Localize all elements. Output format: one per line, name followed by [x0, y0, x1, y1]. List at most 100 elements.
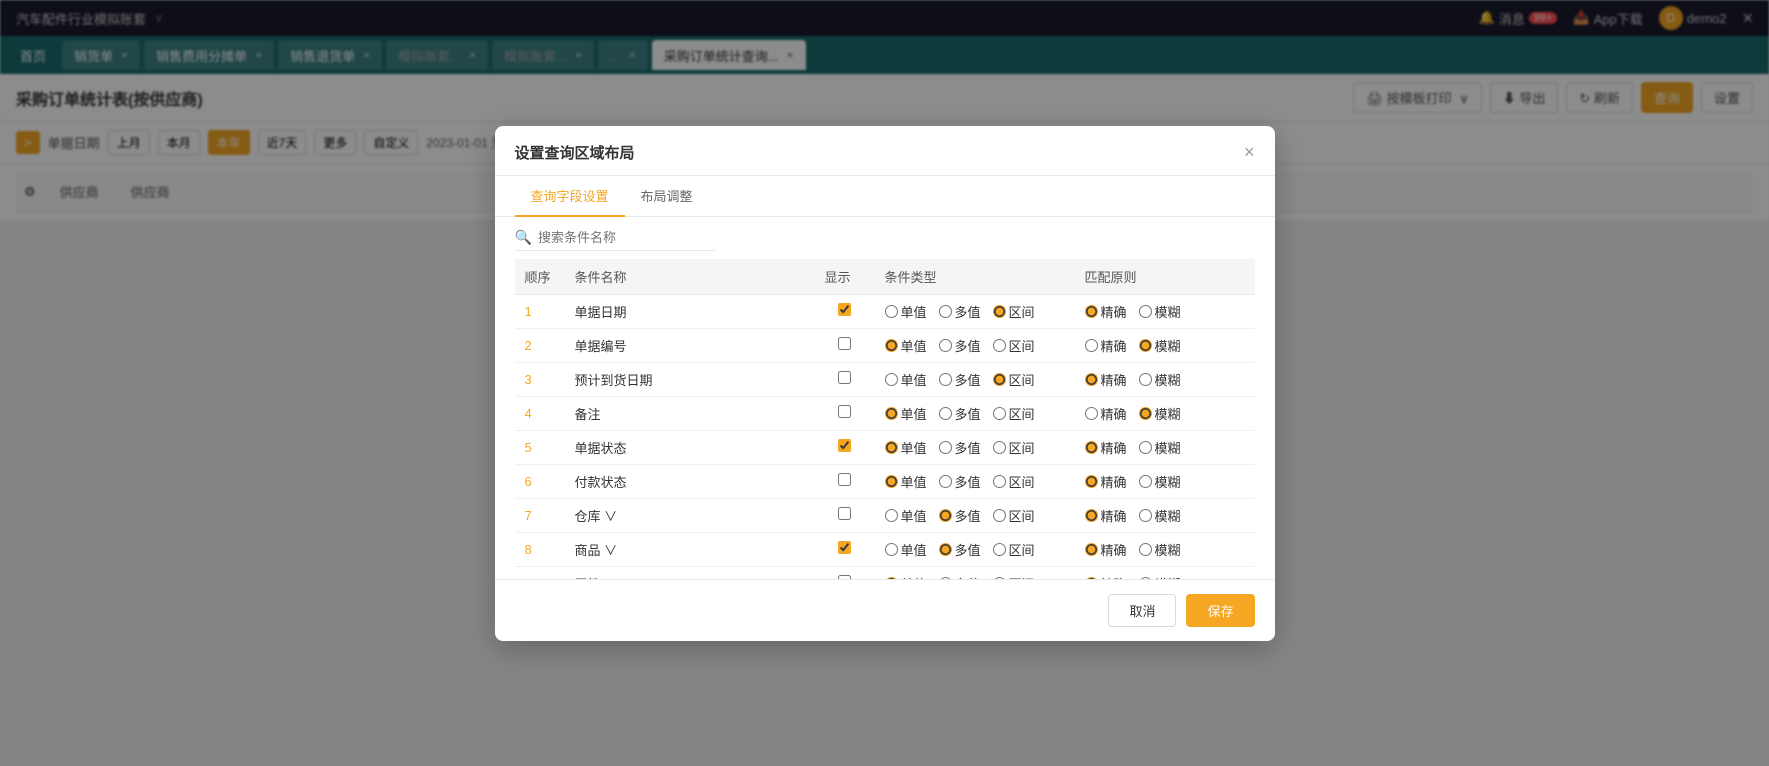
- match-option-精确-1[interactable]: 精确: [1085, 336, 1127, 355]
- cell-match-2: 精确模糊: [1075, 362, 1255, 396]
- search-input[interactable]: [538, 230, 715, 245]
- dialog-header: 设置查询区域布局 ×: [495, 126, 1275, 176]
- cell-display-6[interactable]: [815, 498, 875, 532]
- match-option-模糊-6[interactable]: 模糊: [1139, 506, 1181, 525]
- type-option-区间-0[interactable]: 区间: [993, 302, 1035, 321]
- cell-match-6: 精确模糊: [1075, 498, 1255, 532]
- type-option-单值-6[interactable]: 单值: [885, 506, 927, 525]
- match-option-精确-6[interactable]: 精确: [1085, 506, 1127, 525]
- match-option-模糊-3[interactable]: 模糊: [1139, 404, 1181, 423]
- cell-display-5[interactable]: [815, 464, 875, 498]
- type-option-单值-7[interactable]: 单值: [885, 540, 927, 559]
- display-checkbox-3[interactable]: [838, 405, 851, 418]
- match-option-精确-3[interactable]: 精确: [1085, 404, 1127, 423]
- cell-order-3: 4: [515, 396, 565, 430]
- cell-type-1: 单值多值区间: [875, 328, 1075, 362]
- cell-type-2: 单值多值区间: [875, 362, 1075, 396]
- col-header-display: 显示: [815, 259, 875, 295]
- type-option-区间-5[interactable]: 区间: [993, 472, 1035, 491]
- type-option-单值-3[interactable]: 单值: [885, 404, 927, 423]
- match-option-精确-4[interactable]: 精确: [1085, 438, 1127, 457]
- type-option-多值-1[interactable]: 多值: [939, 336, 981, 355]
- cancel-button[interactable]: 取消: [1108, 594, 1176, 627]
- cell-display-4[interactable]: [815, 430, 875, 464]
- cell-match-4: 精确模糊: [1075, 430, 1255, 464]
- cell-name-8: 属性 ∨: [565, 566, 815, 579]
- type-option-多值-5[interactable]: 多值: [939, 472, 981, 491]
- cell-name-4: 单据状态: [565, 430, 815, 464]
- cell-display-2[interactable]: [815, 362, 875, 396]
- cell-display-3[interactable]: [815, 396, 875, 430]
- cell-display-8[interactable]: [815, 566, 875, 579]
- cell-name-5: 付款状态: [565, 464, 815, 498]
- cell-display-0[interactable]: [815, 294, 875, 328]
- cell-display-7[interactable]: [815, 532, 875, 566]
- cell-name-2: 预计到货日期: [565, 362, 815, 396]
- type-option-单值-0[interactable]: 单值: [885, 302, 927, 321]
- type-option-多值-6[interactable]: 多值: [939, 506, 981, 525]
- table-row: 2单据编号单值多值区间精确模糊: [515, 328, 1255, 362]
- type-option-多值-7[interactable]: 多值: [939, 540, 981, 559]
- col-header-match: 匹配原则: [1075, 259, 1255, 295]
- type-option-多值-0[interactable]: 多值: [939, 302, 981, 321]
- type-option-多值-2[interactable]: 多值: [939, 370, 981, 389]
- type-option-单值-1[interactable]: 单值: [885, 336, 927, 355]
- type-option-多值-4[interactable]: 多值: [939, 438, 981, 457]
- display-checkbox-5[interactable]: [838, 473, 851, 486]
- table-header-row: 顺序 条件名称 显示 条件类型 匹配原则: [515, 259, 1255, 295]
- display-checkbox-6[interactable]: [838, 507, 851, 520]
- cell-match-0: 精确模糊: [1075, 294, 1255, 328]
- type-option-区间-6[interactable]: 区间: [993, 506, 1035, 525]
- type-option-区间-4[interactable]: 区间: [993, 438, 1035, 457]
- type-option-区间-2[interactable]: 区间: [993, 370, 1035, 389]
- match-option-模糊-5[interactable]: 模糊: [1139, 472, 1181, 491]
- display-checkbox-0[interactable]: [838, 303, 851, 316]
- cell-name-1: 单据编号: [565, 328, 815, 362]
- type-option-区间-3[interactable]: 区间: [993, 404, 1035, 423]
- cell-type-7: 单值多值区间: [875, 532, 1075, 566]
- save-button[interactable]: 保存: [1186, 594, 1254, 627]
- cell-match-1: 精确模糊: [1075, 328, 1255, 362]
- col-header-type: 条件类型: [875, 259, 1075, 295]
- type-option-单值-5[interactable]: 单值: [885, 472, 927, 491]
- type-option-区间-1[interactable]: 区间: [993, 336, 1035, 355]
- match-option-精确-7[interactable]: 精确: [1085, 540, 1127, 559]
- type-option-单值-2[interactable]: 单值: [885, 370, 927, 389]
- search-icon: 🔍: [515, 229, 532, 246]
- dialog-close-btn[interactable]: ×: [1244, 143, 1255, 161]
- match-option-模糊-0[interactable]: 模糊: [1139, 302, 1181, 321]
- dialog-title: 设置查询区域布局: [515, 142, 635, 163]
- type-option-多值-3[interactable]: 多值: [939, 404, 981, 423]
- display-checkbox-1[interactable]: [838, 337, 851, 350]
- cell-order-7: 8: [515, 532, 565, 566]
- match-option-精确-5[interactable]: 精确: [1085, 472, 1127, 491]
- match-option-模糊-2[interactable]: 模糊: [1139, 370, 1181, 389]
- cell-type-4: 单值多值区间: [875, 430, 1075, 464]
- table-row: 6付款状态单值多值区间精确模糊: [515, 464, 1255, 498]
- col-header-name: 条件名称: [565, 259, 815, 295]
- cell-display-1[interactable]: [815, 328, 875, 362]
- display-checkbox-2[interactable]: [838, 371, 851, 384]
- cell-name-0: 单据日期: [565, 294, 815, 328]
- match-option-精确-2[interactable]: 精确: [1085, 370, 1127, 389]
- tab-query-fields[interactable]: 查询字段设置: [515, 176, 625, 217]
- match-option-模糊-4[interactable]: 模糊: [1139, 438, 1181, 457]
- table-row: 8商品 ∨单值多值区间精确模糊: [515, 532, 1255, 566]
- table-row: 7仓库 ∨单值多值区间精确模糊: [515, 498, 1255, 532]
- cell-order-6: 7: [515, 498, 565, 532]
- cell-match-3: 精确模糊: [1075, 396, 1255, 430]
- col-header-order: 顺序: [515, 259, 565, 295]
- table-row: 4备注单值多值区间精确模糊: [515, 396, 1255, 430]
- display-checkbox-7[interactable]: [838, 541, 851, 554]
- tab-layout[interactable]: 布局调整: [625, 176, 709, 217]
- type-option-区间-7[interactable]: 区间: [993, 540, 1035, 559]
- cell-order-0: 1: [515, 294, 565, 328]
- dialog-tabs: 查询字段设置 布局调整: [495, 176, 1275, 217]
- settings-dialog: 设置查询区域布局 × 查询字段设置 布局调整 🔍: [495, 126, 1275, 641]
- match-option-模糊-7[interactable]: 模糊: [1139, 540, 1181, 559]
- cell-order-4: 5: [515, 430, 565, 464]
- display-checkbox-4[interactable]: [838, 439, 851, 452]
- match-option-模糊-1[interactable]: 模糊: [1139, 336, 1181, 355]
- match-option-精确-0[interactable]: 精确: [1085, 302, 1127, 321]
- type-option-单值-4[interactable]: 单值: [885, 438, 927, 457]
